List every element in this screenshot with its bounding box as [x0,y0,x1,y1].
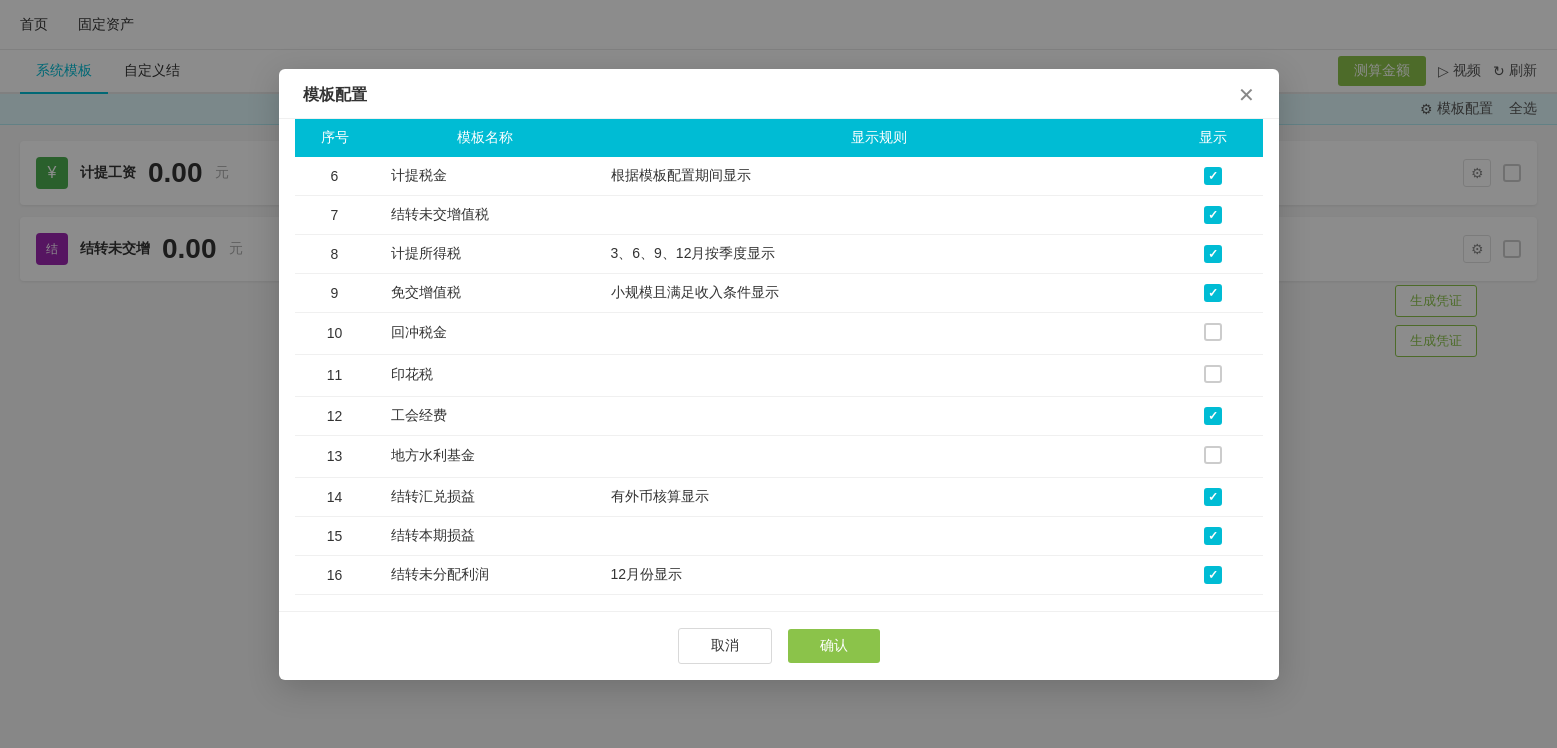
row-template-name: 结转本期损益 [375,516,595,555]
config-table: 序号 模板名称 显示规则 显示 6计提税金根据模板配置期间显示7结转未交增值税8… [295,119,1263,595]
row-display-cell [1163,477,1263,516]
row-display-rule [595,195,1163,234]
row-template-name: 结转汇兑损益 [375,477,595,516]
row-display-cell [1163,157,1263,196]
row-display-rule [595,396,1163,435]
row-display-cell [1163,234,1263,273]
row-display-rule [595,312,1163,354]
row-display-cell [1163,354,1263,396]
row-index: 15 [295,516,375,555]
row-checkbox[interactable] [1204,323,1222,341]
template-config-modal: 模板配置 ✕ 序号 模板名称 显示规则 显示 6 [279,69,1279,680]
row-display-cell [1163,435,1263,477]
row-template-name: 工会经费 [375,396,595,435]
row-checkbox[interactable] [1204,167,1222,185]
table-row: 11印花税 [295,354,1263,396]
row-template-name: 计提税金 [375,157,595,196]
table-row: 14结转汇兑损益有外币核算显示 [295,477,1263,516]
row-display-cell [1163,516,1263,555]
col-header-name: 模板名称 [375,119,595,157]
table-header: 序号 模板名称 显示规则 显示 [295,119,1263,157]
row-template-name: 印花税 [375,354,595,396]
row-display-rule [595,516,1163,555]
row-display-cell [1163,396,1263,435]
row-display-cell [1163,195,1263,234]
row-index: 16 [295,555,375,594]
table-row: 7结转未交增值税 [295,195,1263,234]
table-row: 8计提所得税3、6、9、12月按季度显示 [295,234,1263,273]
row-display-rule: 根据模板配置期间显示 [595,157,1163,196]
row-checkbox[interactable] [1204,566,1222,584]
row-checkbox[interactable] [1204,245,1222,263]
table-row: 16结转未分配利润12月份显示 [295,555,1263,594]
modal-overlay: 模板配置 ✕ 序号 模板名称 显示规则 显示 6 [0,0,1557,748]
row-checkbox[interactable] [1204,365,1222,383]
row-display-rule: 12月份显示 [595,555,1163,594]
row-index: 13 [295,435,375,477]
row-display-rule [595,435,1163,477]
row-index: 8 [295,234,375,273]
row-index: 11 [295,354,375,396]
table-body: 6计提税金根据模板配置期间显示7结转未交增值税8计提所得税3、6、9、12月按季… [295,157,1263,595]
modal-body: 序号 模板名称 显示规则 显示 6计提税金根据模板配置期间显示7结转未交增值税8… [279,119,1279,611]
row-template-name: 计提所得税 [375,234,595,273]
confirm-button[interactable]: 确认 [788,629,880,663]
row-template-name: 回冲税金 [375,312,595,354]
row-display-rule: 有外币核算显示 [595,477,1163,516]
table-row: 15结转本期损益 [295,516,1263,555]
row-display-cell [1163,555,1263,594]
col-header-rule: 显示规则 [595,119,1163,157]
row-display-cell [1163,312,1263,354]
row-checkbox[interactable] [1204,284,1222,302]
row-template-name: 结转未分配利润 [375,555,595,594]
row-template-name: 地方水利基金 [375,435,595,477]
table-row: 12工会经费 [295,396,1263,435]
cancel-button[interactable]: 取消 [678,628,772,664]
row-index: 12 [295,396,375,435]
table-row: 9免交增值税小规模且满足收入条件显示 [295,273,1263,312]
table-container: 序号 模板名称 显示规则 显示 6计提税金根据模板配置期间显示7结转未交增值税8… [295,119,1263,595]
modal-footer: 取消 确认 [279,611,1279,680]
row-display-rule [595,354,1163,396]
col-header-display: 显示 [1163,119,1263,157]
row-checkbox[interactable] [1204,446,1222,464]
row-index: 7 [295,195,375,234]
table-row: 13地方水利基金 [295,435,1263,477]
row-checkbox[interactable] [1204,488,1222,506]
row-index: 10 [295,312,375,354]
modal-header: 模板配置 ✕ [279,69,1279,119]
table-row: 6计提税金根据模板配置期间显示 [295,157,1263,196]
row-template-name: 免交增值税 [375,273,595,312]
row-checkbox[interactable] [1204,527,1222,545]
table-row: 10回冲税金 [295,312,1263,354]
modal-close-button[interactable]: ✕ [1238,85,1255,105]
row-checkbox[interactable] [1204,407,1222,425]
row-checkbox[interactable] [1204,206,1222,224]
row-index: 9 [295,273,375,312]
col-header-index: 序号 [295,119,375,157]
row-display-rule: 3、6、9、12月按季度显示 [595,234,1163,273]
row-index: 6 [295,157,375,196]
modal-title: 模板配置 [303,85,367,106]
row-template-name: 结转未交增值税 [375,195,595,234]
row-display-cell [1163,273,1263,312]
row-index: 14 [295,477,375,516]
row-display-rule: 小规模且满足收入条件显示 [595,273,1163,312]
